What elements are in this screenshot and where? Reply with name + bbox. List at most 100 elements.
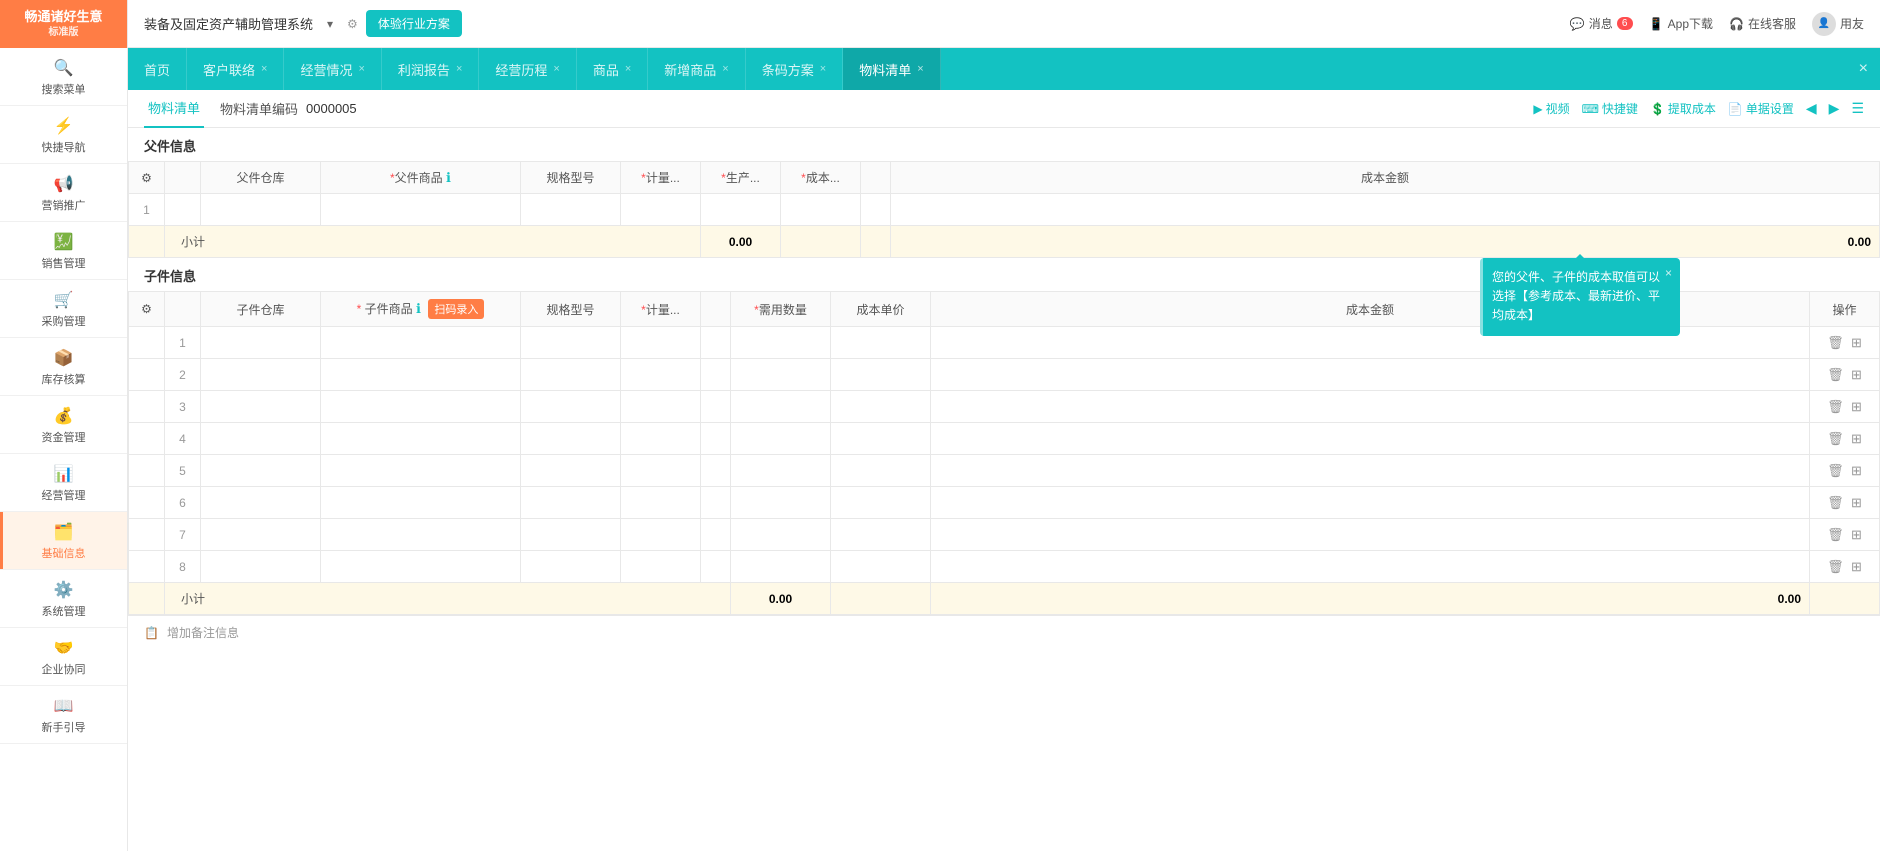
- child-row3-qty[interactable]: [731, 391, 831, 423]
- child-row2-goods[interactable]: [321, 359, 521, 391]
- child-row7-warehouse[interactable]: [201, 519, 321, 551]
- copy-icon-5[interactable]: ⊞: [1851, 463, 1862, 478]
- sub-tab-bom[interactable]: 物料清单: [144, 90, 204, 128]
- parent-row1-spec[interactable]: [521, 194, 621, 226]
- delete-icon-1[interactable]: 🗑: [1827, 335, 1844, 350]
- nav-tab-close-5[interactable]: ×: [625, 63, 631, 75]
- nav-expand-btn[interactable]: ☰: [1851, 100, 1864, 117]
- child-row5-measure[interactable]: [621, 455, 701, 487]
- child-row5-unit-price[interactable]: [831, 455, 931, 487]
- child-row1-unit-price[interactable]: [831, 327, 931, 359]
- child-row1-goods[interactable]: [321, 327, 521, 359]
- sidebar-item-采购管理[interactable]: 🛒采购管理: [0, 280, 127, 338]
- child-row4-measure[interactable]: [621, 423, 701, 455]
- child-row2-measure[interactable]: [621, 359, 701, 391]
- sidebar-item-企业协同[interactable]: 🤝企业协同: [0, 628, 127, 686]
- child-row5-qty[interactable]: [731, 455, 831, 487]
- online-service-button[interactable]: 🎧 在线客服: [1729, 15, 1796, 32]
- parent-row1-goods[interactable]: [321, 194, 521, 226]
- child-row2-qty[interactable]: [731, 359, 831, 391]
- nav-tab-利润报告[interactable]: 利润报告 ×: [382, 48, 479, 90]
- nav-tab-close-3[interactable]: ×: [456, 63, 462, 75]
- child-row5-warehouse[interactable]: [201, 455, 321, 487]
- app-download-button[interactable]: 📱 App下载: [1649, 15, 1713, 32]
- delete-icon-2[interactable]: 🗑: [1827, 367, 1844, 382]
- child-row7-unit-price[interactable]: [831, 519, 931, 551]
- child-row6-warehouse[interactable]: [201, 487, 321, 519]
- nav-tab-条码方案[interactable]: 条码方案 ×: [746, 48, 843, 90]
- scan-input-btn[interactable]: 扫码录入: [428, 299, 484, 319]
- child-row4-goods[interactable]: [321, 423, 521, 455]
- child-row8-spec[interactable]: [521, 551, 621, 583]
- message-button[interactable]: 💬 消息 6: [1570, 15, 1633, 32]
- child-row2-unit-price[interactable]: [831, 359, 931, 391]
- child-row5-goods[interactable]: [321, 455, 521, 487]
- child-row8-measure[interactable]: [621, 551, 701, 583]
- copy-icon-3[interactable]: ⊞: [1851, 399, 1862, 414]
- child-row3-goods[interactable]: [321, 391, 521, 423]
- nav-tab-close-2[interactable]: ×: [358, 63, 364, 75]
- sidebar-item-销售管理[interactable]: 💹销售管理: [0, 222, 127, 280]
- child-row6-spec[interactable]: [521, 487, 621, 519]
- close-all-tabs[interactable]: ×: [1847, 60, 1880, 78]
- copy-icon-8[interactable]: ⊞: [1851, 559, 1862, 574]
- child-row4-warehouse[interactable]: [201, 423, 321, 455]
- sidebar-item-基础信息[interactable]: 🗂️基础信息: [0, 512, 127, 570]
- copy-icon-7[interactable]: ⊞: [1851, 527, 1862, 542]
- child-row3-warehouse[interactable]: [201, 391, 321, 423]
- child-row3-unit-price[interactable]: [831, 391, 931, 423]
- child-row1-spec[interactable]: [521, 327, 621, 359]
- system-dropdown[interactable]: ▾: [321, 13, 339, 35]
- nav-tab-物料清单[interactable]: 物料清单 ×: [843, 48, 940, 90]
- sidebar-item-搜索菜单[interactable]: 🔍搜索菜单: [0, 48, 127, 106]
- child-row3-spec[interactable]: [521, 391, 621, 423]
- child-row1-measure[interactable]: [621, 327, 701, 359]
- copy-icon-4[interactable]: ⊞: [1851, 431, 1862, 446]
- user-menu[interactable]: 👤 用友: [1812, 12, 1864, 36]
- child-row1-qty[interactable]: [731, 327, 831, 359]
- parent-row1-warehouse[interactable]: [201, 194, 321, 226]
- delete-icon-4[interactable]: 🗑: [1827, 431, 1844, 446]
- tooltip-close-btn[interactable]: ×: [1665, 264, 1672, 283]
- sidebar-item-系统管理[interactable]: ⚙️系统管理: [0, 570, 127, 628]
- sidebar-item-库存核算[interactable]: 📦库存核算: [0, 338, 127, 396]
- sidebar-item-新手引导[interactable]: 📖新手引导: [0, 686, 127, 744]
- child-col-settings[interactable]: ⚙: [129, 292, 165, 327]
- nav-prev-btn[interactable]: ◀: [1806, 100, 1817, 117]
- sidebar-item-经营管理[interactable]: 📊经营管理: [0, 454, 127, 512]
- delete-icon-3[interactable]: 🗑: [1827, 399, 1844, 414]
- nav-tab-客户联络[interactable]: 客户联络 ×: [187, 48, 284, 90]
- document-settings-btn[interactable]: 📄 单据设置: [1728, 100, 1794, 117]
- child-row4-spec[interactable]: [521, 423, 621, 455]
- parent-row1-production[interactable]: [701, 194, 781, 226]
- trial-button[interactable]: 体验行业方案: [366, 10, 462, 37]
- sidebar-item-快捷导航[interactable]: ⚡快捷导航: [0, 106, 127, 164]
- nav-tab-close-4[interactable]: ×: [553, 63, 559, 75]
- child-row7-spec[interactable]: [521, 519, 621, 551]
- parent-col-settings[interactable]: ⚙: [129, 162, 165, 194]
- delete-icon-8[interactable]: 🗑: [1827, 559, 1844, 574]
- settings-icon[interactable]: ⚙: [347, 17, 358, 31]
- child-row6-goods[interactable]: [321, 487, 521, 519]
- copy-icon-2[interactable]: ⊞: [1851, 367, 1862, 382]
- sidebar-item-营销推广[interactable]: 📢营销推广: [0, 164, 127, 222]
- child-row7-qty[interactable]: [731, 519, 831, 551]
- delete-icon-5[interactable]: 🗑: [1827, 463, 1844, 478]
- view-video-btn[interactable]: ▶ 视频: [1533, 100, 1569, 117]
- child-row6-measure[interactable]: [621, 487, 701, 519]
- nav-tab-经营历程[interactable]: 经营历程 ×: [479, 48, 576, 90]
- nav-tab-首页[interactable]: 首页: [128, 48, 187, 90]
- child-row8-qty[interactable]: [731, 551, 831, 583]
- child-row4-qty[interactable]: [731, 423, 831, 455]
- nav-tab-经营情况[interactable]: 经营情况 ×: [284, 48, 381, 90]
- extract-cost-btn[interactable]: 💲 提取成本: [1650, 100, 1716, 117]
- delete-icon-6[interactable]: 🗑: [1827, 495, 1844, 510]
- child-row2-warehouse[interactable]: [201, 359, 321, 391]
- child-row7-measure[interactable]: [621, 519, 701, 551]
- parent-row1-cost[interactable]: [781, 194, 861, 226]
- child-row7-goods[interactable]: [321, 519, 521, 551]
- copy-icon-6[interactable]: ⊞: [1851, 495, 1862, 510]
- child-row3-measure[interactable]: [621, 391, 701, 423]
- nav-tab-close-7[interactable]: ×: [820, 63, 826, 75]
- child-row6-unit-price[interactable]: [831, 487, 931, 519]
